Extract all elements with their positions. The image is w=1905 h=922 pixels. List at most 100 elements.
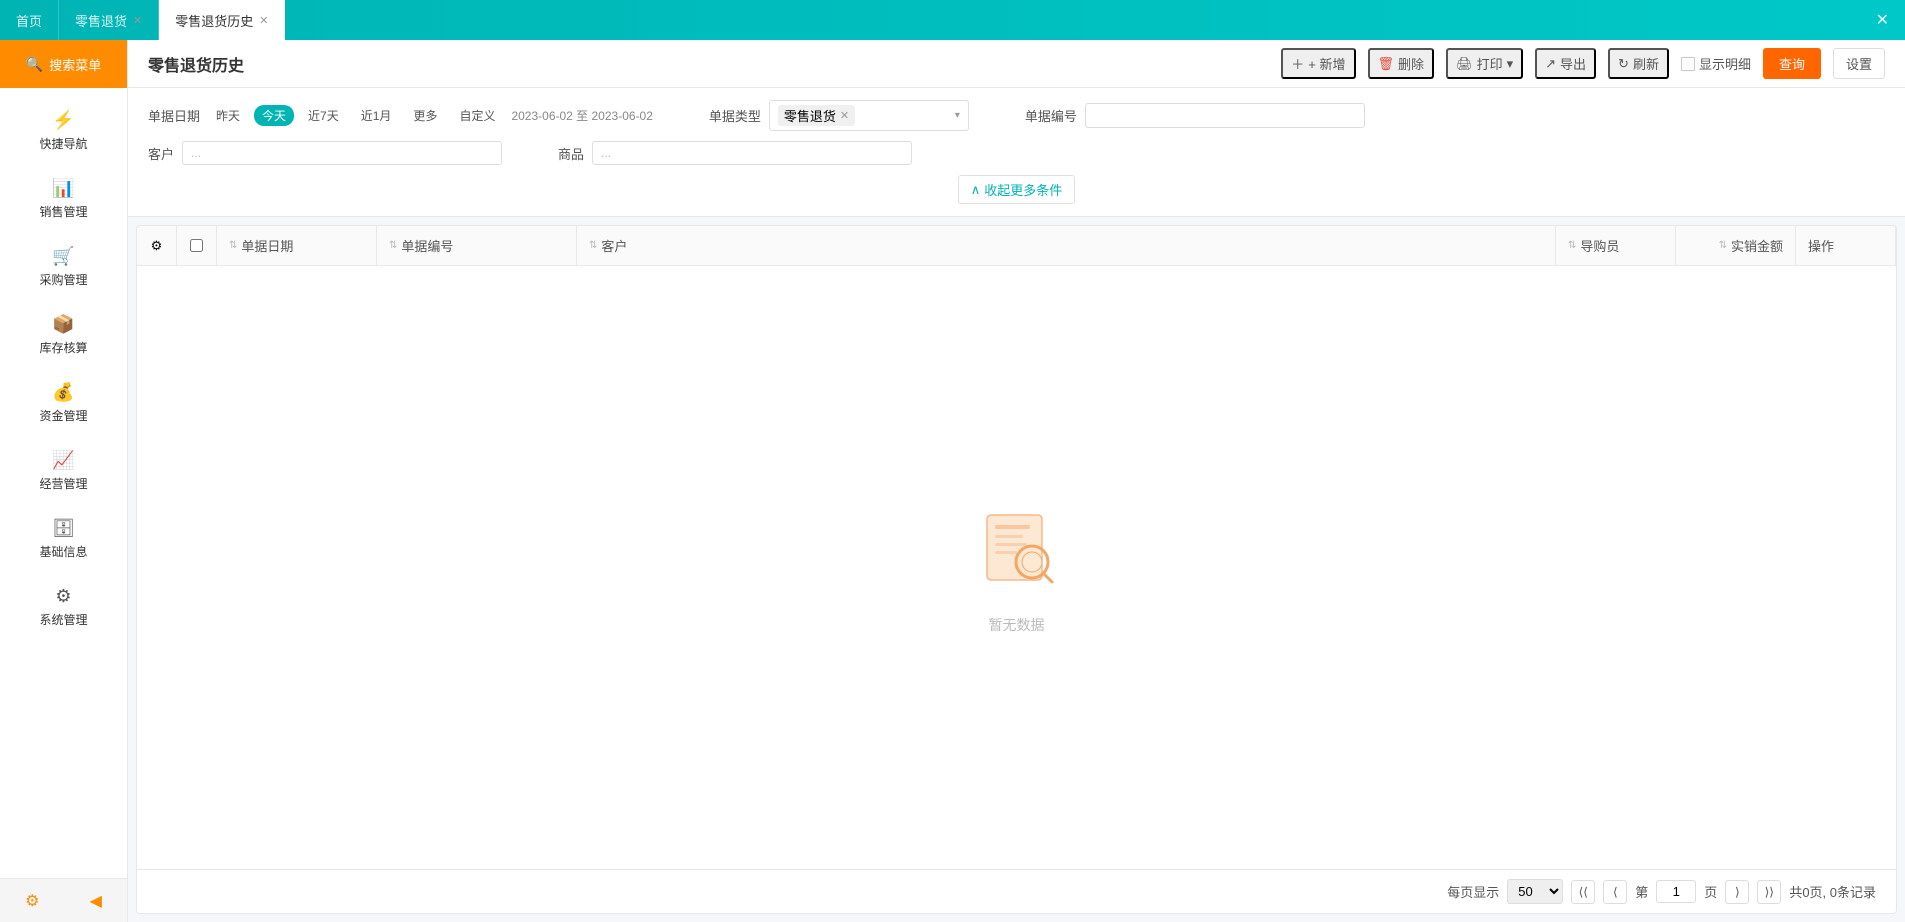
first-page-button[interactable]: ⟨⟨ [1571, 880, 1595, 904]
th-guide[interactable]: ⇅ 导购员 [1556, 226, 1676, 265]
sidebar-nav: ⚡ 快捷导航 📊 销售管理 🛒 采购管理 📦 库存核算 💰 资金管理 📈 [0, 88, 127, 878]
table-settings-column[interactable]: ⚙ [137, 226, 177, 265]
per-page-label: 每页显示 [1447, 882, 1499, 901]
voucher-no-label: 单据编号 [1025, 106, 1077, 125]
sidebar-item-system-label: 系统管理 [39, 611, 87, 628]
date-btn-today[interactable]: 今天 [254, 105, 294, 126]
empty-text: 暂无数据 [989, 615, 1045, 635]
tab-retail-return-history[interactable]: 零售退货历史 ✕ [159, 0, 285, 40]
sidebar-search[interactable]: 🔍 搜索菜单 [0, 40, 127, 88]
page-title: 零售退货历史 [148, 52, 244, 76]
sidebar-item-sales-label: 销售管理 [39, 203, 87, 220]
settings-bottom-icon[interactable]: ⚙ [25, 891, 39, 911]
sidebar-search-label: 搜索菜单 [49, 55, 101, 74]
tab-retail-return-close[interactable]: ✕ [133, 14, 142, 27]
sidebar-item-finance[interactable]: 💰 资金管理 [8, 370, 119, 436]
collapse-sidebar-icon[interactable]: ◀ [90, 891, 102, 911]
th-amount-label: 实销金额 [1731, 236, 1783, 255]
date-btn-custom[interactable]: 自定义 [451, 105, 503, 126]
voucher-type-tag-close[interactable]: ✕ [840, 109, 849, 122]
collapse-icon: ∧ [971, 182, 981, 198]
page-header: 零售退货历史 ＋ + 新增 🗑 删除 🖨 打印 ▾ ↗ 导出 [128, 40, 1905, 88]
delete-button[interactable]: 🗑 删除 [1368, 48, 1435, 79]
delete-label: 删除 [1398, 54, 1424, 73]
customer-select[interactable]: ... [182, 141, 502, 165]
window-close-button[interactable]: ✕ [1876, 10, 1905, 30]
sidebar-item-purchase[interactable]: 🛒 采购管理 [8, 234, 119, 300]
last-page-button[interactable]: ⟩⟩ [1757, 880, 1781, 904]
pagination: 每页显示 50 100 200 ⟨⟨ ⟨ 第 页 ⟩ ⟩⟩ 共0页, 0条记录 [137, 869, 1896, 913]
prev-page-button[interactable]: ⟨ [1603, 880, 1627, 904]
date-btn-1month[interactable]: 近1月 [353, 105, 400, 126]
basic-info-icon: 🗄 [52, 518, 75, 539]
sidebar-item-system[interactable]: ⚙ 系统管理 [8, 574, 119, 640]
voucher-type-chevron-icon: ▾ [955, 110, 960, 121]
export-label: 导出 [1560, 54, 1586, 73]
sidebar-item-basic-info[interactable]: 🗄 基础信息 [8, 506, 119, 572]
voucher-type-filter: 单据类型 零售退货 ✕ ▾ [709, 100, 969, 131]
filter-row-2: 客户 ... 商品 ... [148, 141, 1885, 165]
empty-illustration [967, 500, 1067, 603]
add-label: + 新增 [1308, 54, 1345, 73]
inventory-icon: 📦 [52, 314, 74, 335]
purchase-icon: 🛒 [52, 246, 74, 267]
show-detail-toggle[interactable]: 显示明细 [1681, 54, 1751, 73]
next-page-button[interactable]: ⟩ [1725, 880, 1749, 904]
tab-retail-return-history-close[interactable]: ✕ [259, 14, 268, 27]
sidebar-item-quick-nav[interactable]: ⚡ 快捷导航 [8, 98, 119, 164]
th-customer-label: 客户 [601, 236, 627, 255]
print-label: 打印 [1477, 54, 1503, 73]
content-area: 零售退货历史 ＋ + 新增 🗑 删除 🖨 打印 ▾ ↗ 导出 [128, 40, 1905, 922]
query-button[interactable]: 查询 [1763, 48, 1821, 79]
th-date-sort-icon: ⇅ [229, 240, 237, 251]
voucher-no-input[interactable] [1085, 103, 1365, 128]
system-icon: ⚙ [55, 586, 71, 607]
sidebar-item-operations[interactable]: 📈 经营管理 [8, 438, 119, 504]
refresh-button[interactable]: ↻ 刷新 [1608, 48, 1669, 79]
date-btn-more[interactable]: 更多 [405, 105, 445, 126]
tab-bar: 首页 零售退货 ✕ 零售退货历史 ✕ [0, 0, 1876, 40]
tab-retail-return-history-label: 零售退货历史 [175, 11, 253, 30]
top-bar: 首页 零售退货 ✕ 零售退货历史 ✕ ✕ [0, 0, 1905, 40]
main-area: 🔍 搜索菜单 ⚡ 快捷导航 📊 销售管理 🛒 采购管理 📦 库存核算 💰 [0, 40, 1905, 922]
per-page-select[interactable]: 50 100 200 [1507, 879, 1563, 904]
sidebar-item-inventory[interactable]: 📦 库存核算 [8, 302, 119, 368]
date-btn-yesterday[interactable]: 昨天 [208, 105, 248, 126]
tab-retail-return[interactable]: 零售退货 ✕ [59, 0, 159, 40]
page-number-input[interactable] [1656, 880, 1696, 903]
date-btn-7days[interactable]: 近7天 [300, 105, 347, 126]
select-all-checkbox[interactable] [190, 239, 203, 252]
th-date[interactable]: ⇅ 单据日期 [217, 226, 377, 265]
table-body: 暂无数据 [137, 266, 1896, 869]
th-amount[interactable]: ⇅ 实销金额 [1676, 226, 1796, 265]
tab-home[interactable]: 首页 [0, 0, 59, 40]
print-dropdown-icon: ▾ [1507, 56, 1514, 72]
table-select-all-column[interactable] [177, 226, 217, 265]
query-label: 查询 [1779, 57, 1805, 72]
export-button[interactable]: ↗ 导出 [1535, 48, 1596, 79]
goods-placeholder: ... [601, 146, 611, 160]
filter-row-1: 单据日期 昨天 今天 近7天 近1月 更多 自定义 2023-06-02 至 2… [148, 100, 1885, 131]
date-filter: 单据日期 昨天 今天 近7天 近1月 更多 自定义 2023-06-02 至 2… [148, 105, 653, 126]
collapse-filter-button[interactable]: ∧ 收起更多条件 [958, 175, 1076, 204]
th-voucher-no-sort-icon: ⇅ [389, 240, 397, 251]
voucher-type-select[interactable]: 零售退货 ✕ ▾ [769, 100, 969, 131]
table-settings-icon[interactable]: ⚙ [151, 238, 163, 254]
th-customer[interactable]: ⇅ 客户 [577, 226, 1556, 265]
goods-select[interactable]: ... [592, 141, 912, 165]
goods-filter: 商品 ... [558, 141, 912, 165]
sidebar-item-sales[interactable]: 📊 销售管理 [8, 166, 119, 232]
th-voucher-no[interactable]: ⇅ 单据编号 [377, 226, 577, 265]
th-guide-label: 导购员 [1580, 236, 1619, 255]
table-area: ⚙ ⇅ 单据日期 ⇅ 单据编号 ⇅ 客户 ⇅ [136, 225, 1897, 914]
sidebar-item-operations-label: 经营管理 [39, 475, 87, 492]
customer-label: 客户 [148, 144, 174, 163]
page-prefix-label: 第 [1635, 882, 1648, 901]
export-icon: ↗ [1545, 56, 1556, 72]
print-button[interactable]: 🖨 打印 ▾ [1446, 48, 1523, 79]
add-button[interactable]: ＋ + 新增 [1281, 48, 1355, 79]
show-detail-checkbox[interactable] [1681, 57, 1695, 71]
date-filter-label: 单据日期 [148, 106, 200, 125]
settings-label: 设置 [1846, 57, 1872, 72]
settings-button[interactable]: 设置 [1833, 48, 1885, 79]
